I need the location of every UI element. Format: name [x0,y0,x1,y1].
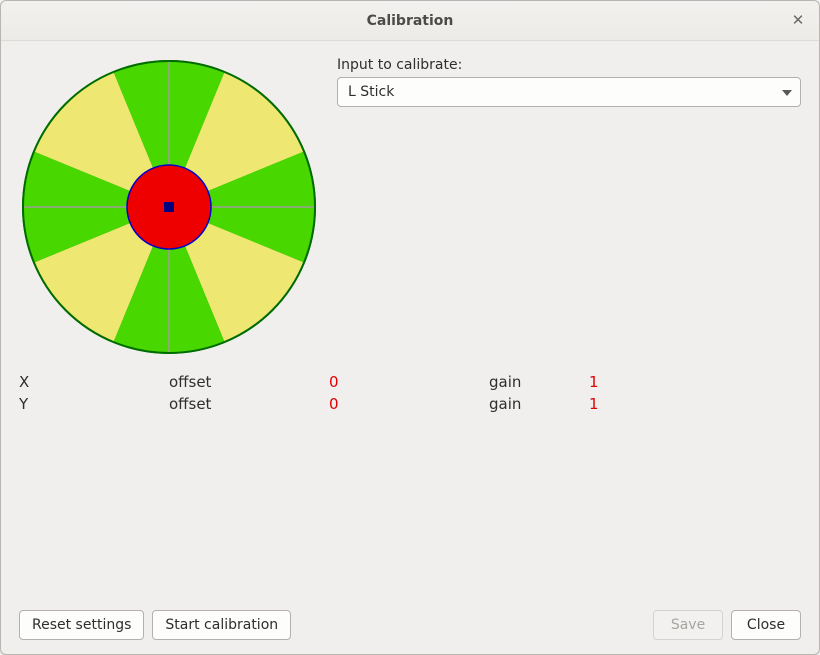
save-button: Save [653,610,723,640]
content-area: Input to calibrate: L Stick X offset 0 g… [1,41,819,654]
axis-y-gain-value: 1 [589,395,801,413]
axis-x-gain-value: 1 [589,373,801,391]
axis-y-offset-label: offset [169,395,329,413]
close-icon[interactable]: ✕ [787,9,809,31]
button-spacer [299,610,645,640]
axis-y-offset-value: 0 [329,395,489,413]
input-select-pane: Input to calibrate: L Stick [337,57,801,361]
reset-settings-button[interactable]: Reset settings [19,610,144,640]
close-button[interactable]: Close [731,610,801,640]
axis-y-label: Y [19,395,169,413]
input-select-value: L Stick [348,84,394,100]
upper-row: Input to calibrate: L Stick [19,57,801,361]
window-title: Calibration [367,13,454,29]
stick-visualizer [19,57,319,361]
spacer [19,413,801,606]
calibration-window: Calibration ✕ [0,0,820,655]
button-bar: Reset settings Start calibration Save Cl… [19,606,801,644]
chevron-down-icon [782,84,792,100]
start-calibration-button[interactable]: Start calibration [152,610,291,640]
axis-x-offset-value: 0 [329,373,489,391]
axis-x-gain-label: gain [489,373,589,391]
input-select-label: Input to calibrate: [337,57,801,73]
axis-y-gain-label: gain [489,395,589,413]
stick-visualizer-svg [19,57,319,357]
axis-x-offset-label: offset [169,373,329,391]
titlebar: Calibration ✕ [1,1,819,41]
stick-position-marker [164,202,174,212]
input-select-combo[interactable]: L Stick [337,77,801,107]
axis-x-label: X [19,373,169,391]
axis-values-grid: X offset 0 gain 1 Y offset 0 gain 1 [19,373,801,413]
